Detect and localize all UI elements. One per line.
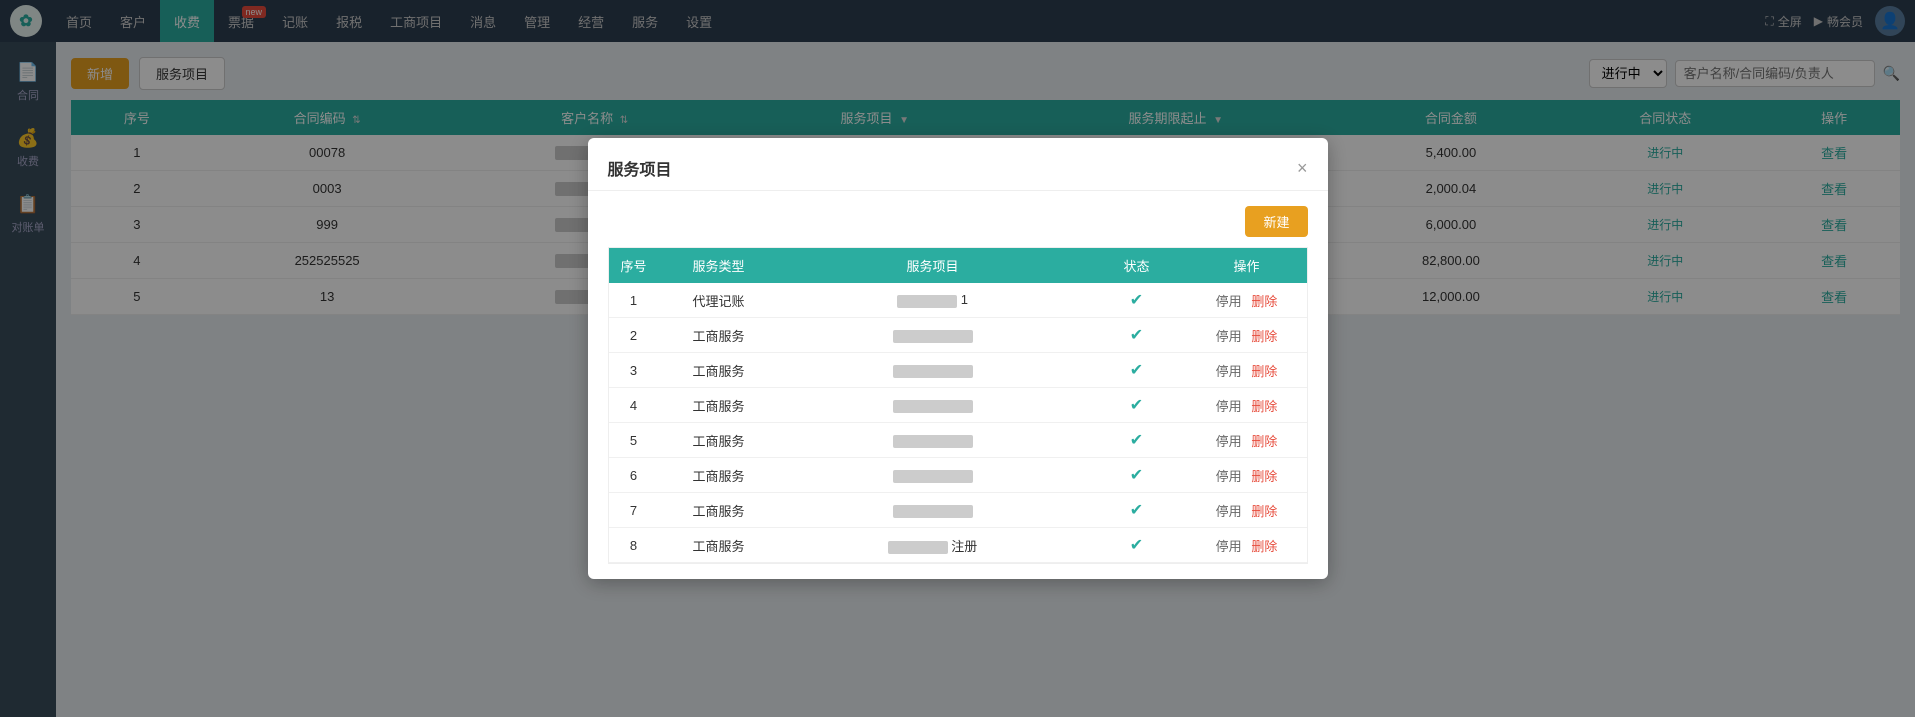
dialog-cell-action[interactable]: 停用 删除 <box>1187 423 1307 458</box>
dialog-table-header: 序号 服务类型 服务项目 状态 操作 <box>609 248 1307 283</box>
delete-button[interactable]: 删除 <box>1251 294 1277 309</box>
dialog-cell-status: ✔ <box>1087 493 1187 528</box>
dialog-cell-seq: 5 <box>609 423 659 458</box>
dialog-table-row: 2 工商服务 ✔ 停用 删除 <box>609 318 1307 353</box>
delete-button[interactable]: 删除 <box>1251 539 1277 554</box>
dialog-cell-item <box>779 493 1087 528</box>
dialog-table-wrap[interactable]: 序号 服务类型 服务项目 状态 操作 1 代理记账 1 ✔ 停用 删除 <box>608 247 1308 564</box>
dialog-cell-type: 工商服务 <box>659 528 779 563</box>
status-check-icon: ✔ <box>1130 362 1143 379</box>
dialog-cell-seq: 2 <box>609 318 659 353</box>
modal-overlay[interactable]: 服务项目 × 新建 序号 服务类型 服务项目 状态 操作 <box>0 0 1915 717</box>
stop-button[interactable]: 停用 <box>1216 504 1242 519</box>
dialog-col-status: 状态 <box>1087 248 1187 283</box>
dialog-cell-status: ✔ <box>1087 283 1187 318</box>
stop-button[interactable]: 停用 <box>1216 329 1242 344</box>
dialog-cell-status: ✔ <box>1087 423 1187 458</box>
dialog-table-row: 3 工商服务 ✔ 停用 删除 <box>609 353 1307 388</box>
dialog-close-button[interactable]: × <box>1297 159 1308 177</box>
dialog-cell-action[interactable]: 停用 删除 <box>1187 528 1307 563</box>
dialog-cell-type: 工商服务 <box>659 318 779 353</box>
status-check-icon: ✔ <box>1130 327 1143 344</box>
dialog-cell-item <box>779 318 1087 353</box>
dialog-cell-type: 工商服务 <box>659 458 779 493</box>
dialog-cell-seq: 4 <box>609 388 659 423</box>
dialog-cell-type: 代理记账 <box>659 283 779 318</box>
dialog-title: 服务项目 <box>608 156 672 180</box>
dialog-table-row: 5 工商服务 ✔ 停用 删除 <box>609 423 1307 458</box>
dialog-cell-item <box>779 388 1087 423</box>
status-check-icon: ✔ <box>1130 537 1143 554</box>
dialog-cell-item: 1 <box>779 283 1087 318</box>
dialog-cell-type: 工商服务 <box>659 388 779 423</box>
delete-button[interactable]: 删除 <box>1251 399 1277 414</box>
dialog-cell-status: ✔ <box>1087 458 1187 493</box>
status-check-icon: ✔ <box>1130 467 1143 484</box>
delete-button[interactable]: 删除 <box>1251 504 1277 519</box>
dialog-body: 新建 序号 服务类型 服务项目 状态 操作 1 代 <box>588 191 1328 579</box>
status-check-icon: ✔ <box>1130 397 1143 414</box>
dialog-cell-action[interactable]: 停用 删除 <box>1187 283 1307 318</box>
dialog-cell-item <box>779 423 1087 458</box>
delete-button[interactable]: 删除 <box>1251 469 1277 484</box>
dialog-cell-seq: 7 <box>609 493 659 528</box>
status-check-icon: ✔ <box>1130 502 1143 519</box>
dialog-cell-action[interactable]: 停用 删除 <box>1187 318 1307 353</box>
dialog-cell-seq: 8 <box>609 528 659 563</box>
dialog-table-row: 8 工商服务 注册 ✔ 停用 删除 <box>609 528 1307 563</box>
dialog-cell-seq: 1 <box>609 283 659 318</box>
stop-button[interactable]: 停用 <box>1216 469 1242 484</box>
delete-button[interactable]: 删除 <box>1251 434 1277 449</box>
dialog-header: 服务项目 × <box>588 138 1328 191</box>
stop-button[interactable]: 停用 <box>1216 294 1242 309</box>
dialog-cell-action[interactable]: 停用 删除 <box>1187 388 1307 423</box>
dialog-cell-status: ✔ <box>1087 318 1187 353</box>
delete-button[interactable]: 删除 <box>1251 364 1277 379</box>
dialog-cell-action[interactable]: 停用 删除 <box>1187 493 1307 528</box>
dialog-col-type: 服务类型 <box>659 248 779 283</box>
service-items-dialog: 服务项目 × 新建 序号 服务类型 服务项目 状态 操作 <box>588 138 1328 579</box>
delete-button[interactable]: 删除 <box>1251 329 1277 344</box>
dialog-cell-action[interactable]: 停用 删除 <box>1187 458 1307 493</box>
dialog-cell-type: 工商服务 <box>659 423 779 458</box>
stop-button[interactable]: 停用 <box>1216 399 1242 414</box>
dialog-cell-status: ✔ <box>1087 353 1187 388</box>
dialog-table-row: 6 工商服务 ✔ 停用 删除 <box>609 458 1307 493</box>
dialog-table-row: 4 工商服务 ✔ 停用 删除 <box>609 388 1307 423</box>
dialog-cell-seq: 6 <box>609 458 659 493</box>
status-check-icon: ✔ <box>1130 432 1143 449</box>
dialog-service-table: 序号 服务类型 服务项目 状态 操作 1 代理记账 1 ✔ 停用 删除 <box>609 248 1307 563</box>
stop-button[interactable]: 停用 <box>1216 539 1242 554</box>
dialog-cell-item <box>779 353 1087 388</box>
dialog-cell-seq: 3 <box>609 353 659 388</box>
dialog-cell-status: ✔ <box>1087 388 1187 423</box>
dialog-cell-type: 工商服务 <box>659 493 779 528</box>
stop-button[interactable]: 停用 <box>1216 434 1242 449</box>
dialog-table-row: 7 工商服务 ✔ 停用 删除 <box>609 493 1307 528</box>
dialog-new-button[interactable]: 新建 <box>1245 206 1307 237</box>
dialog-cell-action[interactable]: 停用 删除 <box>1187 353 1307 388</box>
dialog-cell-status: ✔ <box>1087 528 1187 563</box>
stop-button[interactable]: 停用 <box>1216 364 1242 379</box>
dialog-cell-item <box>779 458 1087 493</box>
dialog-col-seq: 序号 <box>609 248 659 283</box>
dialog-col-action: 操作 <box>1187 248 1307 283</box>
dialog-cell-type: 工商服务 <box>659 353 779 388</box>
dialog-table-row: 1 代理记账 1 ✔ 停用 删除 <box>609 283 1307 318</box>
dialog-col-item: 服务项目 <box>779 248 1087 283</box>
status-check-icon: ✔ <box>1130 292 1143 309</box>
dialog-toolbar: 新建 <box>608 206 1308 237</box>
dialog-cell-item: 注册 <box>779 528 1087 563</box>
